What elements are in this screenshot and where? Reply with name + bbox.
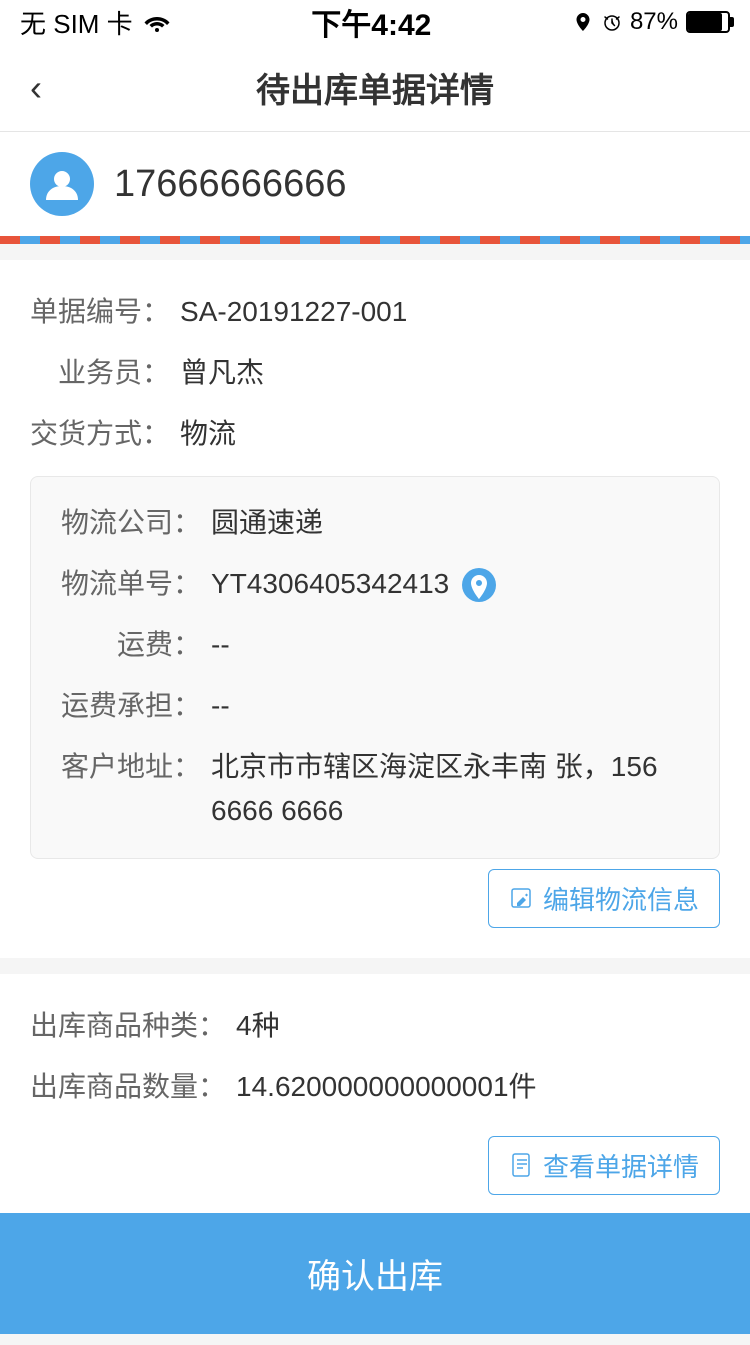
wifi-icon: [143, 12, 171, 32]
view-details-button[interactable]: 查看单据详情: [488, 1136, 720, 1195]
dashed-divider: [0, 236, 750, 244]
user-icon: [42, 164, 82, 204]
freight-bearer-value: --: [211, 684, 689, 729]
goods-section: 出库商品种类： 4种 出库商品数量： 14.620000000000001件 查…: [0, 974, 750, 1225]
goods-types-label: 出库商品种类：: [30, 1004, 226, 1049]
freight-bearer-label: 运费承担：: [61, 684, 201, 729]
delivery-row: 交货方式： 物流: [30, 412, 720, 457]
battery-indicator: [686, 11, 730, 33]
nav-bar: ‹ 待出库单据详情: [0, 44, 750, 132]
tracking-value: YT43064053424​13: [211, 562, 449, 607]
confirm-button[interactable]: 确认出库: [0, 1233, 750, 1314]
view-btn-container: 查看单据详情: [30, 1126, 720, 1195]
salesman-row: 业务员： 曾凡杰: [30, 351, 720, 396]
edit-icon: [509, 886, 535, 912]
document-icon: [509, 1152, 535, 1178]
status-time: 下午4:42: [311, 0, 431, 44]
goods-quantity-label: 出库商品数量：: [30, 1065, 226, 1110]
customer-header: 17666666666: [0, 132, 750, 236]
order-no-row: 单据编号： SA-20191227-001: [30, 290, 720, 335]
company-label: 物流公司：: [61, 501, 201, 546]
order-info-section: 单据编号： SA-20191227-001 业务员： 曾凡杰 交货方式： 物流 …: [0, 260, 750, 958]
address-row: 客户地址： 北京市市辖区海淀区永丰南 张，156 6666 6666: [61, 745, 689, 835]
status-carrier: 无 SIM 卡: [20, 4, 171, 41]
freight-value: --: [211, 623, 689, 668]
tracking-row: 物流单号： YT43064053424​13: [61, 562, 689, 607]
page-title: 待出库单据详情: [256, 63, 494, 112]
freight-row: 运费： --: [61, 623, 689, 668]
goods-types-row: 出库商品种类： 4种: [30, 1004, 720, 1049]
salesman-value: 曾凡杰: [180, 351, 720, 396]
salesman-label: 业务员：: [30, 351, 170, 396]
tracking-location-icon[interactable]: [461, 567, 497, 603]
delivery-label: 交货方式：: [30, 412, 170, 457]
status-bar: 无 SIM 卡 下午4:42 87%: [0, 0, 750, 44]
alarm-icon: [602, 12, 622, 32]
back-button[interactable]: ‹: [30, 67, 42, 109]
edit-logistics-button[interactable]: 编辑物流信息: [488, 869, 720, 928]
address-value: 北京市市辖区海淀区永丰南 张，156 6666 6666: [211, 745, 689, 835]
delivery-value: 物流: [180, 412, 720, 457]
logistics-section: 物流公司： 圆通速递 物流单号： YT43064053424​13 运费： --…: [30, 476, 720, 859]
goods-quantity-row: 出库商品数量： 14.620000000000001件: [30, 1065, 720, 1110]
goods-types-value: 4种: [236, 1004, 720, 1049]
confirm-btn-container: 确认出库: [0, 1213, 750, 1334]
tracking-value-container: YT43064053424​13: [211, 562, 689, 607]
tracking-label: 物流单号：: [61, 562, 201, 607]
company-row: 物流公司： 圆通速递: [61, 501, 689, 546]
freight-label: 运费：: [61, 623, 201, 668]
avatar: [30, 152, 94, 216]
order-no-value: SA-20191227-001: [180, 290, 720, 335]
goods-quantity-value: 14.620000000000001件: [236, 1065, 720, 1110]
order-no-label: 单据编号：: [30, 290, 170, 335]
freight-bearer-row: 运费承担： --: [61, 684, 689, 729]
address-label: 客户地址：: [61, 745, 201, 790]
customer-phone: 17666666666: [114, 163, 346, 206]
status-right: 87%: [572, 8, 730, 36]
company-value: 圆通速递: [211, 501, 689, 546]
location-active-icon: [572, 11, 594, 33]
edit-btn-container: 编辑物流信息: [30, 859, 720, 928]
